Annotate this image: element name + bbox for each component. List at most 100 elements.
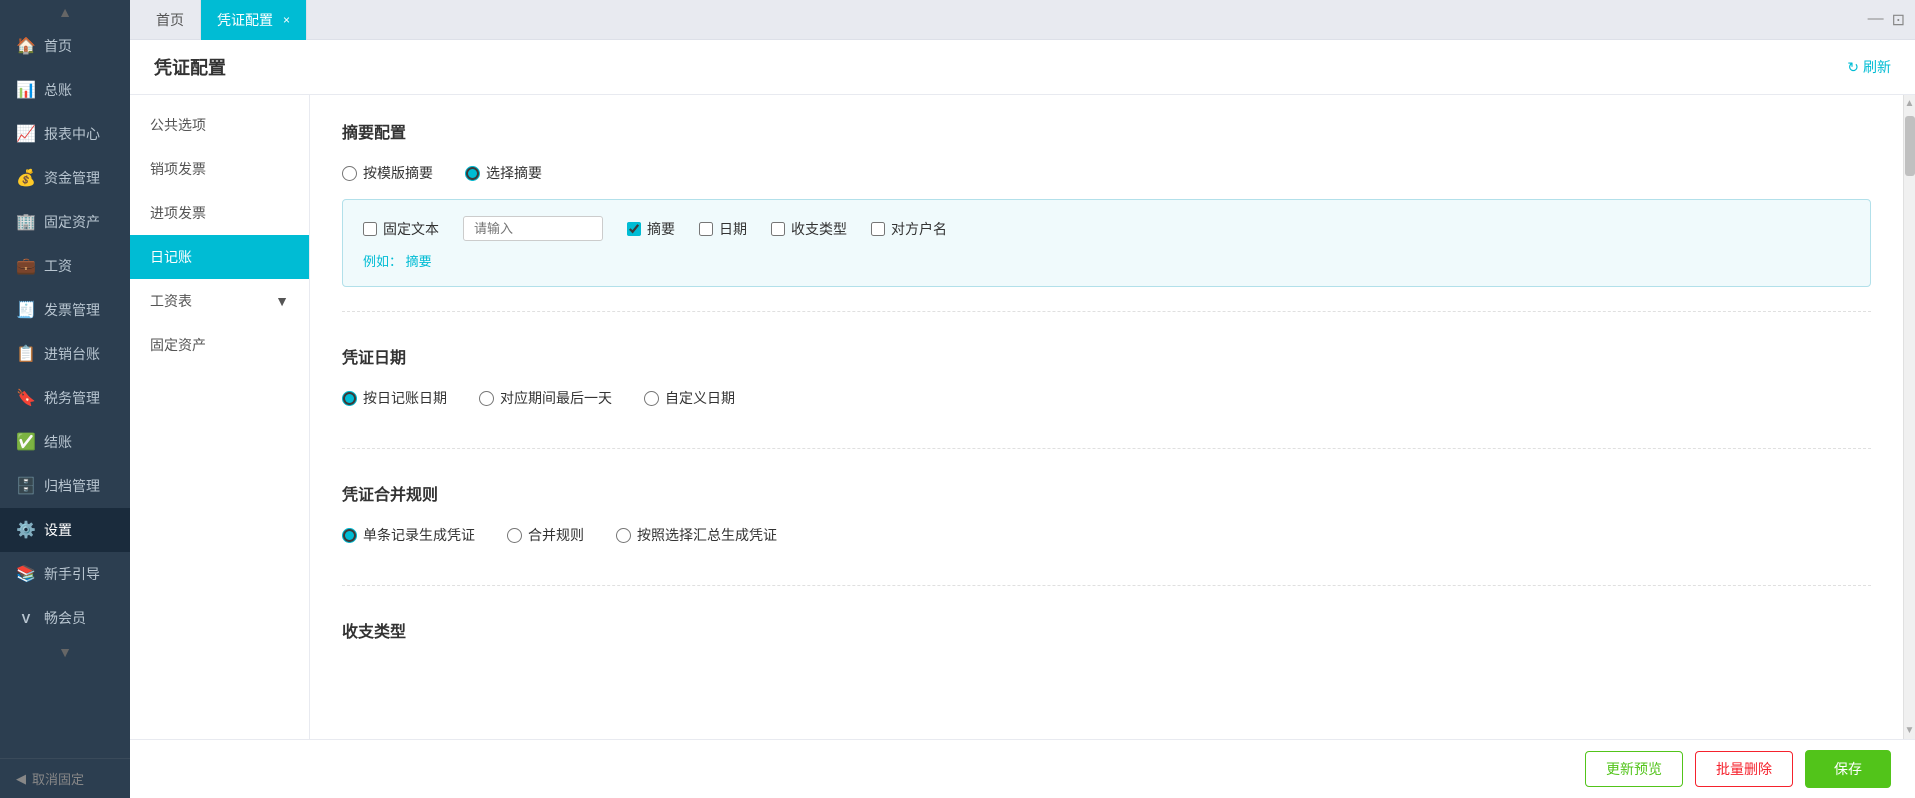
refresh-button[interactable]: ↻ 刷新 xyxy=(1847,57,1891,77)
example-prefix: 例如： xyxy=(363,254,402,269)
sidebar-item-label: 首页 xyxy=(44,36,72,56)
abstract-radio-template-input[interactable] xyxy=(342,166,357,181)
home-icon: 🏠 xyxy=(16,36,36,56)
merge-radio-summary-label: 按照选择汇总生成凭证 xyxy=(637,525,777,545)
sidebar-item-label: 报表中心 xyxy=(44,124,100,144)
date-radio-journal-input[interactable] xyxy=(342,391,357,406)
maximize-icon[interactable]: ⊡ xyxy=(1892,10,1905,30)
main-area: 首页 凭证配置 × — ⊡ 凭证配置 ↻ 刷新 公共选项 销项发票 进项 xyxy=(130,0,1915,798)
bottom-bar: 更新预览 批量删除 保存 xyxy=(130,739,1915,798)
member-icon: V xyxy=(16,611,36,626)
assets-icon: 🏢 xyxy=(16,212,36,232)
checkbox-fixed-text-input[interactable] xyxy=(363,222,377,236)
checkbox-date-input[interactable] xyxy=(699,222,713,236)
merge-radio-merge-input[interactable] xyxy=(507,528,522,543)
fixed-text-input[interactable] xyxy=(463,216,603,241)
date-radio-period-last[interactable]: 对应期间最后一天 xyxy=(479,388,612,408)
minimize-icon[interactable]: — xyxy=(1868,10,1884,30)
checkbox-income-type-input[interactable] xyxy=(771,222,785,236)
invoice-icon: 🧾 xyxy=(16,300,36,320)
ledger-icon: 📊 xyxy=(16,80,36,100)
abstract-radio-select-input[interactable] xyxy=(465,166,480,181)
sidebar-item-settings[interactable]: ⚙️ 设置 xyxy=(0,508,130,552)
scrollbar-up-button[interactable]: ▲ xyxy=(1904,95,1915,112)
abstract-checkbox-row: 固定文本 摘要 日期 收支类型 xyxy=(363,216,1850,241)
checkbox-date-label: 日期 xyxy=(719,219,747,239)
sidebar-item-label: 发票管理 xyxy=(44,300,100,320)
merge-radio-summary-input[interactable] xyxy=(616,528,631,543)
checkbox-date[interactable]: 日期 xyxy=(699,219,747,239)
left-nav: 公共选项 销项发票 进项发票 日记账 工资表 ▼ 固定资产 xyxy=(130,95,310,739)
window-controls: — ⊡ xyxy=(1868,10,1905,30)
sidebar-item-invoice[interactable]: 🧾 发票管理 xyxy=(0,288,130,332)
income-type-title: 收支类型 xyxy=(342,618,1871,642)
nav-item-fixed-assets[interactable]: 固定资产 xyxy=(130,323,309,367)
sidebar-item-label: 税务管理 xyxy=(44,388,100,408)
sidebar-item-label: 工资 xyxy=(44,256,72,276)
sidebar-item-purchase[interactable]: 📋 进销台账 xyxy=(0,332,130,376)
sidebar-scroll-up[interactable]: ▲ xyxy=(0,0,130,24)
abstract-radio-template[interactable]: 按模版摘要 xyxy=(342,163,433,183)
sidebar-item-reports[interactable]: 📈 报表中心 xyxy=(0,112,130,156)
nav-item-purchase-inv[interactable]: 进项发票 xyxy=(130,191,309,235)
tab-close-icon[interactable]: × xyxy=(283,13,290,27)
nav-item-assets-label: 固定资产 xyxy=(150,335,206,355)
sidebar-item-funds[interactable]: 💰 资金管理 xyxy=(0,156,130,200)
tab-voucher[interactable]: 凭证配置 × xyxy=(201,0,307,40)
date-radio-journal[interactable]: 按日记账日期 xyxy=(342,388,447,408)
reports-icon: 📈 xyxy=(16,124,36,144)
sidebar-item-salary[interactable]: 💼 工资 xyxy=(0,244,130,288)
sidebar-item-home[interactable]: 🏠 首页 xyxy=(0,24,130,68)
content-area: 公共选项 销项发票 进项发票 日记账 工资表 ▼ 固定资产 摘要配置 xyxy=(130,95,1915,739)
merge-radio-single[interactable]: 单条记录生成凭证 xyxy=(342,525,475,545)
guide-icon: 📚 xyxy=(16,564,36,584)
merge-radio-single-label: 单条记录生成凭证 xyxy=(363,525,475,545)
close-account-icon: ✅ xyxy=(16,432,36,452)
batch-delete-button[interactable]: 批量删除 xyxy=(1695,751,1793,787)
checkbox-abstract[interactable]: 摘要 xyxy=(627,219,675,239)
sidebar: ▲ 🏠 首页 📊 总账 📈 报表中心 💰 资金管理 🏢 固定资产 💼 工资 🧾 … xyxy=(0,0,130,798)
sidebar-item-archive[interactable]: 🗄️ 归档管理 xyxy=(0,464,130,508)
checkbox-fixed-text[interactable]: 固定文本 xyxy=(363,219,439,239)
nav-item-sales[interactable]: 销项发票 xyxy=(130,147,309,191)
sidebar-item-label: 畅会员 xyxy=(44,608,86,628)
update-preview-button[interactable]: 更新预览 xyxy=(1585,751,1683,787)
sidebar-item-assets[interactable]: 🏢 固定资产 xyxy=(0,200,130,244)
sidebar-scroll-down[interactable]: ▼ xyxy=(0,640,130,664)
scrollbar-down-button[interactable]: ▼ xyxy=(1904,722,1915,739)
merge-radio-merge-label: 合并规则 xyxy=(528,525,584,545)
checkbox-counterpart-name[interactable]: 对方户名 xyxy=(871,219,947,239)
nav-item-payroll[interactable]: 工资表 ▼ xyxy=(130,279,309,323)
tab-home[interactable]: 首页 xyxy=(140,0,201,40)
archive-icon: 🗄️ xyxy=(16,476,36,496)
sidebar-item-label: 归档管理 xyxy=(44,476,100,496)
nav-item-journal[interactable]: 日记账 xyxy=(130,235,309,279)
sidebar-item-close[interactable]: ✅ 结账 xyxy=(0,420,130,464)
checkbox-counterpart-name-input[interactable] xyxy=(871,222,885,236)
abstract-radio-select[interactable]: 选择摘要 xyxy=(465,163,542,183)
sidebar-bottom-label: 取消固定 xyxy=(32,769,84,788)
scrollbar-track[interactable] xyxy=(1904,112,1915,722)
sidebar-item-label: 结账 xyxy=(44,432,72,452)
checkbox-abstract-input[interactable] xyxy=(627,222,641,236)
example-text: 例如： 摘要 xyxy=(363,251,1850,270)
date-radio-custom[interactable]: 自定义日期 xyxy=(644,388,735,408)
date-radio-journal-label: 按日记账日期 xyxy=(363,388,447,408)
sidebar-unpin-button[interactable]: ◀ 取消固定 xyxy=(0,758,130,798)
nav-item-public[interactable]: 公共选项 xyxy=(130,103,309,147)
sidebar-item-guide[interactable]: 📚 新手引导 xyxy=(0,552,130,596)
date-radio-custom-input[interactable] xyxy=(644,391,659,406)
date-radio-period-last-input[interactable] xyxy=(479,391,494,406)
abstract-section: 摘要配置 按模版摘要 选择摘要 固定文本 xyxy=(342,119,1871,312)
merge-radio-single-input[interactable] xyxy=(342,528,357,543)
merge-radio-merge[interactable]: 合并规则 xyxy=(507,525,584,545)
sidebar-item-ledger[interactable]: 📊 总账 xyxy=(0,68,130,112)
abstract-radio-template-label: 按模版摘要 xyxy=(363,163,433,183)
checkbox-income-type[interactable]: 收支类型 xyxy=(771,219,847,239)
scrollbar-thumb[interactable] xyxy=(1905,116,1915,176)
sidebar-item-member[interactable]: V 畅会员 xyxy=(0,596,130,640)
save-button[interactable]: 保存 xyxy=(1805,750,1891,788)
sidebar-item-tax[interactable]: 🔖 税务管理 xyxy=(0,376,130,420)
sidebar-item-label: 资金管理 xyxy=(44,168,100,188)
merge-radio-summary[interactable]: 按照选择汇总生成凭证 xyxy=(616,525,777,545)
